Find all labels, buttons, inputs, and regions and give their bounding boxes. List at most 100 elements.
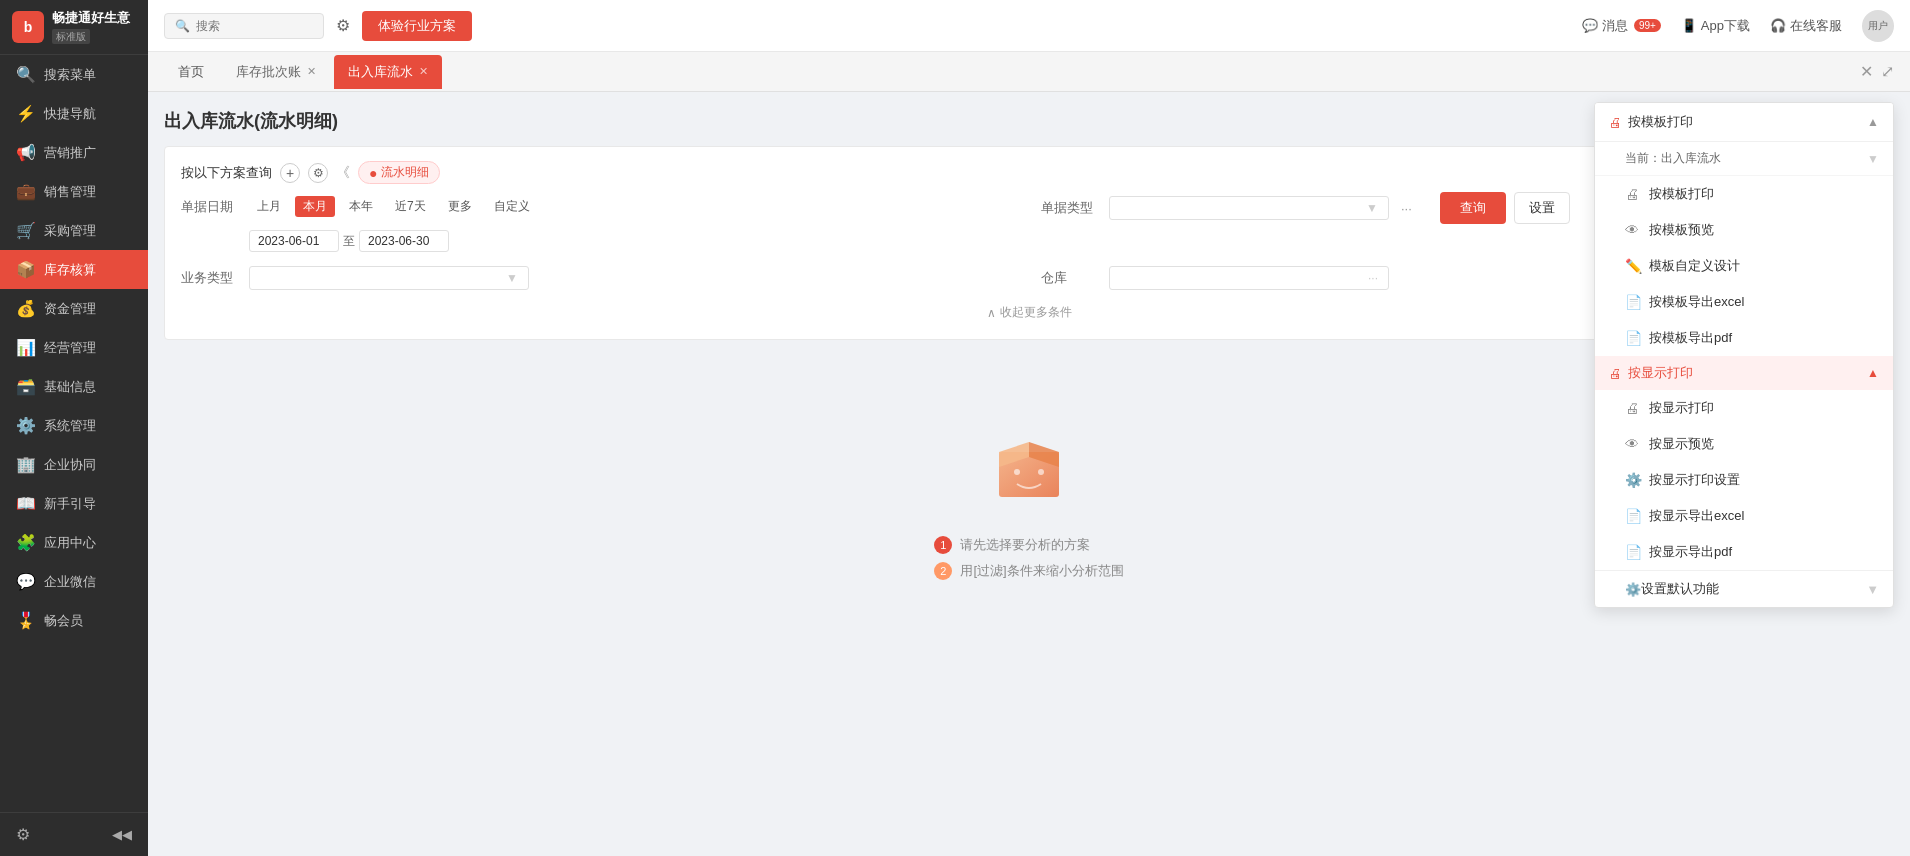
user-avatar[interactable]: 用户 [1862, 10, 1894, 42]
sidebar-item-operations[interactable]: 📊 经营管理 [0, 328, 148, 367]
voucher-type-chevron: ▼ [1366, 201, 1378, 215]
settings-footer-icon[interactable]: ⚙ [16, 825, 30, 844]
dropdown-item-template-custom[interactable]: ✏️ 模板自定义设计 [1595, 248, 1893, 284]
settings-default-icon: ⚙️ [1625, 582, 1641, 597]
close-window-icon[interactable]: ✕ [1860, 62, 1873, 81]
filter-settings-button[interactable]: ⚙ [308, 163, 328, 183]
sidebar-item-purchase[interactable]: 🛒 采购管理 [0, 211, 148, 250]
flow-tab-close[interactable]: ✕ [419, 65, 428, 78]
sidebar-item-finance[interactable]: 💰 资金管理 [0, 289, 148, 328]
template-print-icon: 🖨 [1625, 186, 1641, 202]
date-opt-custom[interactable]: 自定义 [486, 196, 538, 217]
date-from-input[interactable] [249, 230, 339, 252]
sidebar-item-search[interactable]: 🔍 搜索菜单 [0, 55, 148, 94]
svg-point-1 [1014, 469, 1020, 475]
sidebar-item-system[interactable]: ⚙️ 系统管理 [0, 406, 148, 445]
date-opt-current-month[interactable]: 本月 [295, 196, 335, 217]
date-to-input[interactable] [359, 230, 449, 252]
voucher-type-more-icon[interactable]: ··· [1397, 201, 1416, 216]
date-opt-more[interactable]: 更多 [440, 196, 480, 217]
date-separator: 至 [343, 233, 355, 250]
message-button[interactable]: 💬 消息 99+ [1582, 17, 1661, 35]
sales-icon: 💼 [16, 182, 36, 201]
sidebar: b 畅捷通好生意 标准版 🔍 搜索菜单 ⚡ 快捷导航 📢 营销推广 💼 销售管理… [0, 0, 148, 856]
topbar-gear-icon[interactable]: ⚙ [336, 16, 350, 35]
date-opt-year[interactable]: 本年 [341, 196, 381, 217]
display-pdf-icon: 📄 [1625, 544, 1641, 560]
sidebar-nav: 🔍 搜索菜单 ⚡ 快捷导航 📢 营销推广 💼 销售管理 🛒 采购管理 📦 库存核… [0, 55, 148, 812]
tab-flow[interactable]: 出入库流水 ✕ [334, 55, 442, 89]
topbar-search-box[interactable]: 🔍 [164, 13, 324, 39]
quicknav-icon: ⚡ [16, 104, 36, 123]
voucher-type-select[interactable]: ▼ [1109, 196, 1389, 220]
topbar-search-input[interactable] [196, 19, 296, 33]
trial-button[interactable]: 体验行业方案 [362, 11, 472, 41]
tab-batch[interactable]: 库存批次账 ✕ [222, 55, 330, 89]
dropdown-collapse-icon[interactable]: ▲ [1867, 115, 1879, 129]
date-opt-7days[interactable]: 近7天 [387, 196, 434, 217]
date-opt-last-month[interactable]: 上月 [249, 196, 289, 217]
display-settings-icon: ⚙️ [1625, 472, 1641, 488]
filter-add-button[interactable]: + [280, 163, 300, 183]
sidebar-item-sales[interactable]: 💼 销售管理 [0, 172, 148, 211]
logo-area: b 畅捷通好生意 标准版 [0, 0, 148, 55]
dropdown-current-arrow: ▼ [1867, 152, 1879, 166]
filter-header-label: 按以下方案查询 [181, 164, 272, 182]
display-print-section[interactable]: 🖨 按显示打印 ▲ [1595, 356, 1893, 390]
dropdown-item-display-print[interactable]: 🖨 按显示打印 [1595, 390, 1893, 426]
display-preview-icon: 👁 [1625, 436, 1641, 452]
svg-point-2 [1038, 469, 1044, 475]
sidebar-footer: ⚙ ◀◀ [0, 812, 148, 856]
dropdown-item-template-pdf[interactable]: 📄 按模板导出pdf [1595, 320, 1893, 356]
dropdown-footer-default[interactable]: ⚙️ 设置默认功能 ▼ [1595, 570, 1893, 607]
marketing-icon: 📢 [16, 143, 36, 162]
logo-icon: b [12, 11, 44, 43]
dropdown-item-template-excel[interactable]: 📄 按模板导出excel [1595, 284, 1893, 320]
sidebar-item-enterprise[interactable]: 🏢 企业协同 [0, 445, 148, 484]
settings-button[interactable]: 设置 [1514, 192, 1570, 224]
collapse-sidebar-icon[interactable]: ◀◀ [112, 827, 132, 842]
display-section-arrow: ▲ [1867, 366, 1879, 380]
dropdown-item-display-settings[interactable]: ⚙️ 按显示打印设置 [1595, 462, 1893, 498]
template-pdf-icon: 📄 [1625, 330, 1641, 346]
dropdown-item-template-print[interactable]: 🖨 按模板打印 [1595, 176, 1893, 212]
user-name-short: 用户 [1868, 19, 1888, 33]
wechat-icon: 💬 [16, 572, 36, 591]
batch-tab-close[interactable]: ✕ [307, 65, 316, 78]
dropdown-item-template-preview[interactable]: 👁 按模板预览 [1595, 212, 1893, 248]
main-area: 🔍 ⚙ 体验行业方案 💬 消息 99+ 📱 App下载 🎧 在线客服 用户 [148, 0, 1910, 856]
query-button[interactable]: 查询 [1440, 192, 1506, 224]
sidebar-item-vip[interactable]: 🎖️ 畅会员 [0, 601, 148, 640]
dropdown-item-display-excel[interactable]: 📄 按显示导出excel [1595, 498, 1893, 534]
sidebar-item-marketing[interactable]: 📢 营销推广 [0, 133, 148, 172]
dropdown-item-display-pdf[interactable]: 📄 按显示导出pdf [1595, 534, 1893, 570]
logo-text: 畅捷通好生意 标准版 [52, 10, 130, 44]
guide-icon: 📖 [16, 494, 36, 513]
dropdown-header: 🖨 按模板打印 ▲ [1595, 103, 1893, 142]
display-section-title: 🖨 按显示打印 [1609, 364, 1693, 382]
app-download-button[interactable]: 📱 App下载 [1681, 17, 1750, 35]
business-type-select[interactable]: ▼ [249, 266, 529, 290]
filter-collapse-icon[interactable]: 《 [336, 164, 350, 182]
expand-window-icon[interactable]: ⤢ [1881, 62, 1894, 81]
customer-service-button[interactable]: 🎧 在线客服 [1770, 17, 1842, 35]
warehouse-select[interactable]: ··· [1109, 266, 1389, 290]
dropdown-item-display-preview[interactable]: 👁 按显示预览 [1595, 426, 1893, 462]
collapse-up-icon: ∧ [987, 306, 996, 320]
business-type-label: 业务类型 [181, 269, 241, 287]
display-print-icon: 🖨 [1625, 400, 1641, 416]
finance-icon: 💰 [16, 299, 36, 318]
tab-home[interactable]: 首页 [164, 55, 218, 89]
dropdown-current-template: 当前：出入库流水 ▼ [1595, 142, 1893, 176]
vip-icon: 🎖️ [16, 611, 36, 630]
sidebar-item-wechat[interactable]: 💬 企业微信 [0, 562, 148, 601]
sidebar-item-quicknav[interactable]: ⚡ 快捷导航 [0, 94, 148, 133]
date-filter-label: 单据日期 [181, 198, 241, 216]
flow-tab-label: 出入库流水 [348, 63, 413, 81]
sidebar-item-inventory[interactable]: 📦 库存核算 [0, 250, 148, 289]
sidebar-item-basic[interactable]: 🗃️ 基础信息 [0, 367, 148, 406]
sidebar-item-guide[interactable]: 📖 新手引导 [0, 484, 148, 523]
topbar: 🔍 ⚙ 体验行业方案 💬 消息 99+ 📱 App下载 🎧 在线客服 用户 [148, 0, 1910, 52]
system-icon: ⚙️ [16, 416, 36, 435]
sidebar-item-apps[interactable]: 🧩 应用中心 [0, 523, 148, 562]
